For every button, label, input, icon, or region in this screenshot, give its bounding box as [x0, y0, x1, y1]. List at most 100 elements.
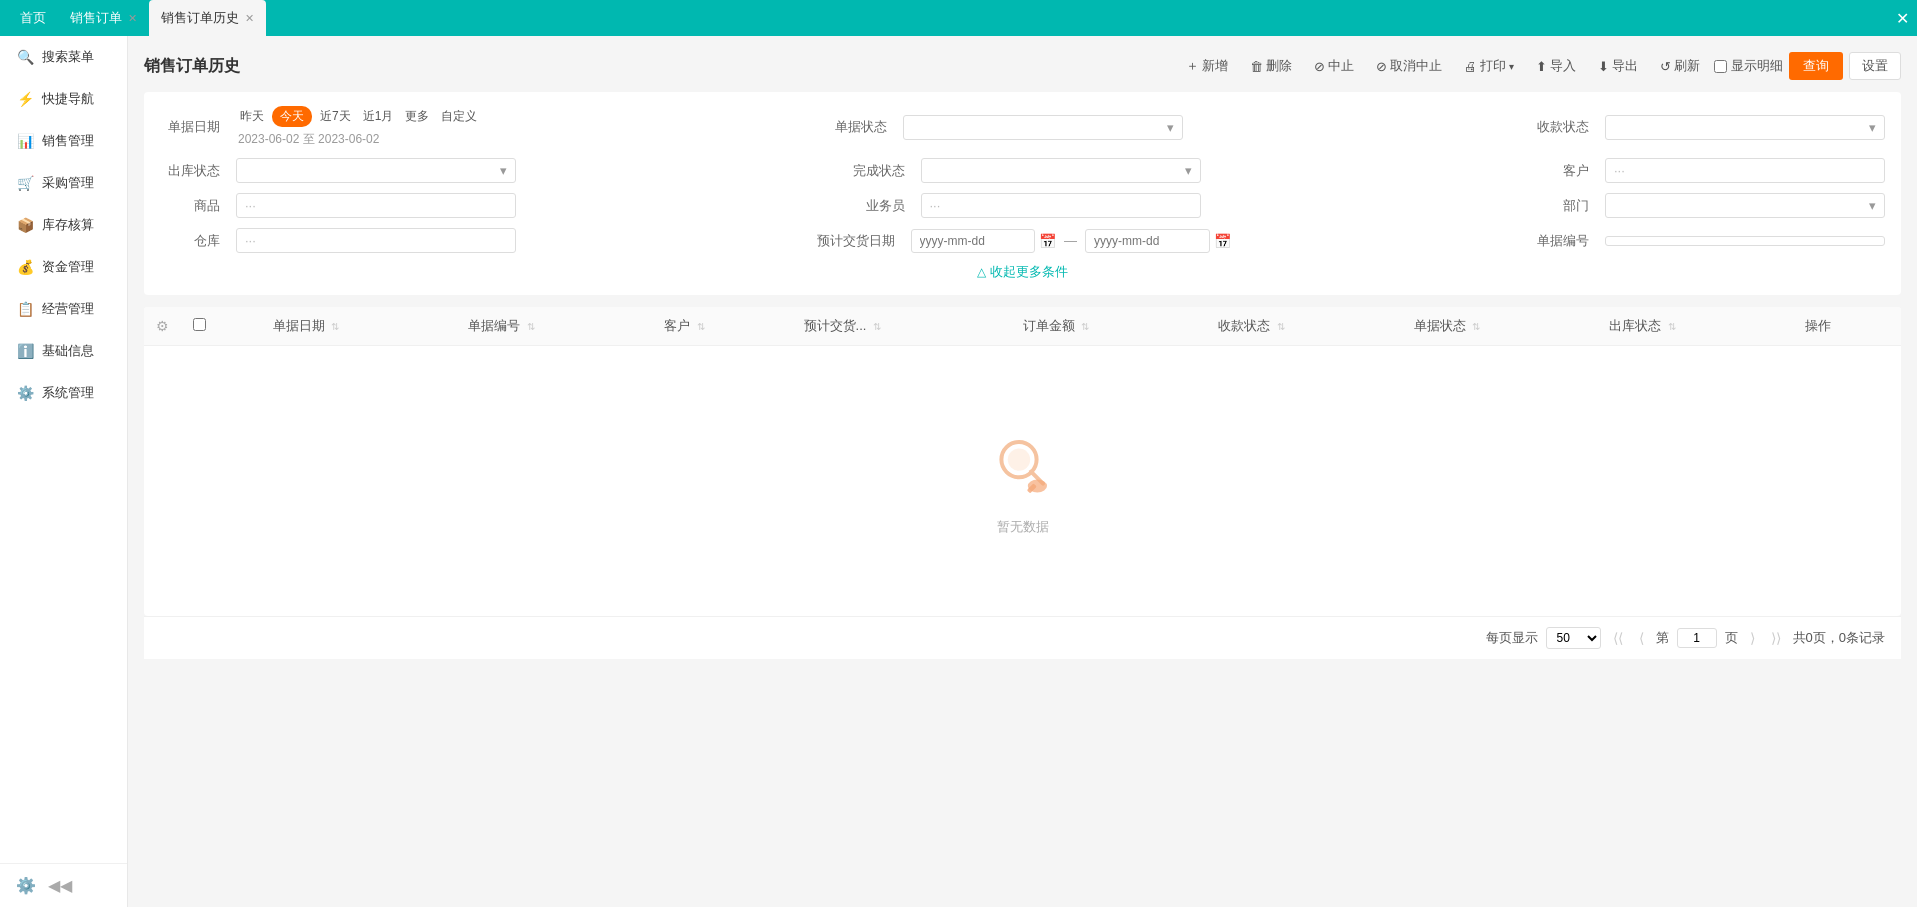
out-status-input[interactable]: ▾ — [236, 158, 516, 183]
cancel-stop-icon: ⊘ — [1376, 59, 1387, 74]
purchase-mgmt-icon: 🛒 — [16, 175, 34, 191]
sidebar-item-quick-nav-label: 快捷导航 — [42, 90, 94, 108]
refresh-label: 刷新 — [1674, 57, 1700, 75]
th-order-no: 单据编号 ⇅ — [456, 307, 652, 346]
cancel-stop-label: 取消中止 — [1390, 57, 1442, 75]
th-amount-sort[interactable]: ⇅ — [1081, 321, 1089, 332]
calendar-to-icon[interactable]: 📅 — [1214, 233, 1231, 249]
pagination-bar: 每页显示 50 10 20 100 ⟨⟨ ⟨ 第 页 ⟩ ⟩⟩ 共0页，0条记录 — [144, 616, 1901, 659]
filter-row-3: 商品 ··· 业务员 ··· 部门 ▾ — [160, 193, 1885, 218]
salesperson-input[interactable]: ··· — [921, 193, 1201, 218]
settings-label: 设置 — [1862, 58, 1888, 73]
shortcut-today[interactable]: 今天 — [272, 106, 312, 127]
sidebar-item-search-menu[interactable]: 🔍 搜索菜单 — [0, 36, 127, 78]
complete-status-input[interactable]: ▾ — [921, 158, 1201, 183]
order-no-input[interactable] — [1605, 236, 1885, 246]
order-status-input[interactable]: ▾ — [903, 115, 1183, 140]
settings-button[interactable]: 设置 — [1849, 52, 1901, 80]
sidebar-item-inventory[interactable]: 📦 库存核算 — [0, 204, 127, 246]
tab-sales-order-close[interactable]: ✕ — [128, 12, 137, 25]
sidebar-item-quick-nav[interactable]: ⚡ 快捷导航 — [0, 78, 127, 120]
shortcut-custom[interactable]: 自定义 — [437, 106, 481, 127]
sidebar-item-finance[interactable]: 💰 资金管理 — [0, 246, 127, 288]
page-size-select[interactable]: 50 10 20 100 — [1546, 627, 1601, 649]
sidebar-item-basic-info-label: 基础信息 — [42, 342, 94, 360]
empty-state-row: 暂无数据 — [144, 346, 1901, 617]
shortcut-yesterday[interactable]: 昨天 — [236, 106, 268, 127]
department-input[interactable]: ▾ — [1605, 193, 1885, 218]
payment-status-input[interactable]: ▾ — [1605, 115, 1885, 140]
th-expected-date-sort[interactable]: ⇅ — [873, 321, 881, 332]
warehouse-input[interactable]: ··· — [236, 228, 516, 253]
tab-sales-order-history-close[interactable]: ✕ — [245, 12, 254, 25]
cancel-stop-button[interactable]: ⊘ 取消中止 — [1368, 53, 1450, 79]
print-chevron: ▾ — [1509, 61, 1514, 72]
import-button[interactable]: ⬆ 导入 — [1528, 53, 1584, 79]
last-page-button[interactable]: ⟩⟩ — [1767, 628, 1785, 648]
sidebar-item-operations[interactable]: 📋 经营管理 — [0, 288, 127, 330]
page-number-input[interactable] — [1677, 628, 1717, 648]
stop-button[interactable]: ⊘ 中止 — [1306, 53, 1362, 79]
th-order-no-sort[interactable]: ⇅ — [527, 321, 535, 332]
th-order-status-sort[interactable]: ⇅ — [1472, 321, 1480, 332]
date-from-input[interactable] — [911, 229, 1036, 253]
shortcut-last-month[interactable]: 近1月 — [359, 106, 398, 127]
inventory-icon: 📦 — [16, 217, 34, 233]
next-page-button[interactable]: ⟩ — [1746, 628, 1759, 648]
prev-page-button[interactable]: ⟨ — [1635, 628, 1648, 648]
select-all-checkbox[interactable] — [193, 318, 206, 331]
customer-input[interactable]: ··· — [1605, 158, 1885, 183]
show-details-input[interactable] — [1714, 60, 1727, 73]
th-order-no-label: 单据编号 — [468, 318, 520, 333]
tab-sales-order[interactable]: 销售订单 ✕ — [58, 0, 149, 36]
refresh-icon: ↺ — [1660, 59, 1671, 74]
th-out-status-sort[interactable]: ⇅ — [1668, 321, 1676, 332]
shortcut-more[interactable]: 更多 — [401, 106, 433, 127]
query-button[interactable]: 查询 — [1789, 52, 1843, 80]
sidebar-bottom: ⚙️ ◀◀ — [0, 863, 127, 907]
data-table: ⚙ 单据日期 ⇅ 单据编号 ⇅ — [144, 307, 1901, 616]
sidebar-item-sales-mgmt[interactable]: 📊 销售管理 — [0, 120, 127, 162]
show-details-label: 显示明细 — [1731, 57, 1783, 75]
sidebar-item-basic-info[interactable]: ℹ️ 基础信息 — [0, 330, 127, 372]
date-to-input[interactable] — [1085, 229, 1210, 253]
th-amount-label: 订单金额 — [1023, 318, 1075, 333]
finance-icon: 💰 — [16, 259, 34, 275]
export-button[interactable]: ⬇ 导出 — [1590, 53, 1646, 79]
close-window-icon[interactable]: ✕ — [1896, 9, 1909, 28]
page-size-label: 每页显示 — [1486, 629, 1538, 647]
payment-status-label: 收款状态 — [1529, 118, 1589, 136]
th-payment-status-sort[interactable]: ⇅ — [1277, 321, 1285, 332]
table-settings-icon[interactable]: ⚙ — [156, 318, 169, 334]
tab-home[interactable]: 首页 — [8, 0, 58, 36]
import-label: 导入 — [1550, 57, 1576, 75]
th-customer-sort[interactable]: ⇅ — [697, 321, 705, 332]
product-dots: ··· — [245, 198, 256, 213]
payment-status-chevron: ▾ — [1869, 120, 1876, 135]
new-button[interactable]: ＋ 新增 — [1178, 53, 1236, 79]
toolbar: ＋ 新增 🗑 删除 ⊘ 中止 ⊘ 取消中止 🖨 打印 — [1178, 52, 1901, 80]
print-button[interactable]: 🖨 打印 ▾ — [1456, 53, 1522, 79]
date-separator: — — [1060, 233, 1081, 248]
sidebar-item-operations-label: 经营管理 — [42, 300, 94, 318]
tab-sales-order-history-label: 销售订单历史 — [161, 9, 239, 27]
shortcut-last7[interactable]: 近7天 — [316, 106, 355, 127]
calendar-from-icon[interactable]: 📅 — [1039, 233, 1056, 249]
tab-sales-order-history[interactable]: 销售订单历史 ✕ — [149, 0, 266, 36]
product-input[interactable]: ··· — [236, 193, 516, 218]
sidebar-item-sys-mgmt[interactable]: ⚙️ 系统管理 — [0, 372, 127, 414]
first-page-button[interactable]: ⟨⟨ — [1609, 628, 1627, 648]
sidebar-item-purchase-mgmt[interactable]: 🛒 采购管理 — [0, 162, 127, 204]
table-wrapper: ⚙ 单据日期 ⇅ 单据编号 ⇅ — [144, 307, 1901, 616]
out-status-chevron: ▾ — [500, 163, 507, 178]
sidebar-item-inventory-label: 库存核算 — [42, 216, 94, 234]
refresh-button[interactable]: ↺ 刷新 — [1652, 53, 1708, 79]
order-status-label: 单据状态 — [827, 118, 887, 136]
collapse-row[interactable]: △ 收起更多条件 — [160, 263, 1885, 281]
empty-icon — [983, 426, 1063, 506]
delete-button[interactable]: 🗑 删除 — [1242, 53, 1300, 79]
sidebar-collapse-icon[interactable]: ◀◀ — [48, 876, 72, 895]
show-details-checkbox[interactable]: 显示明细 — [1714, 57, 1783, 75]
sidebar-settings-icon[interactable]: ⚙️ — [16, 876, 36, 895]
th-date-sort[interactable]: ⇅ — [331, 321, 339, 332]
